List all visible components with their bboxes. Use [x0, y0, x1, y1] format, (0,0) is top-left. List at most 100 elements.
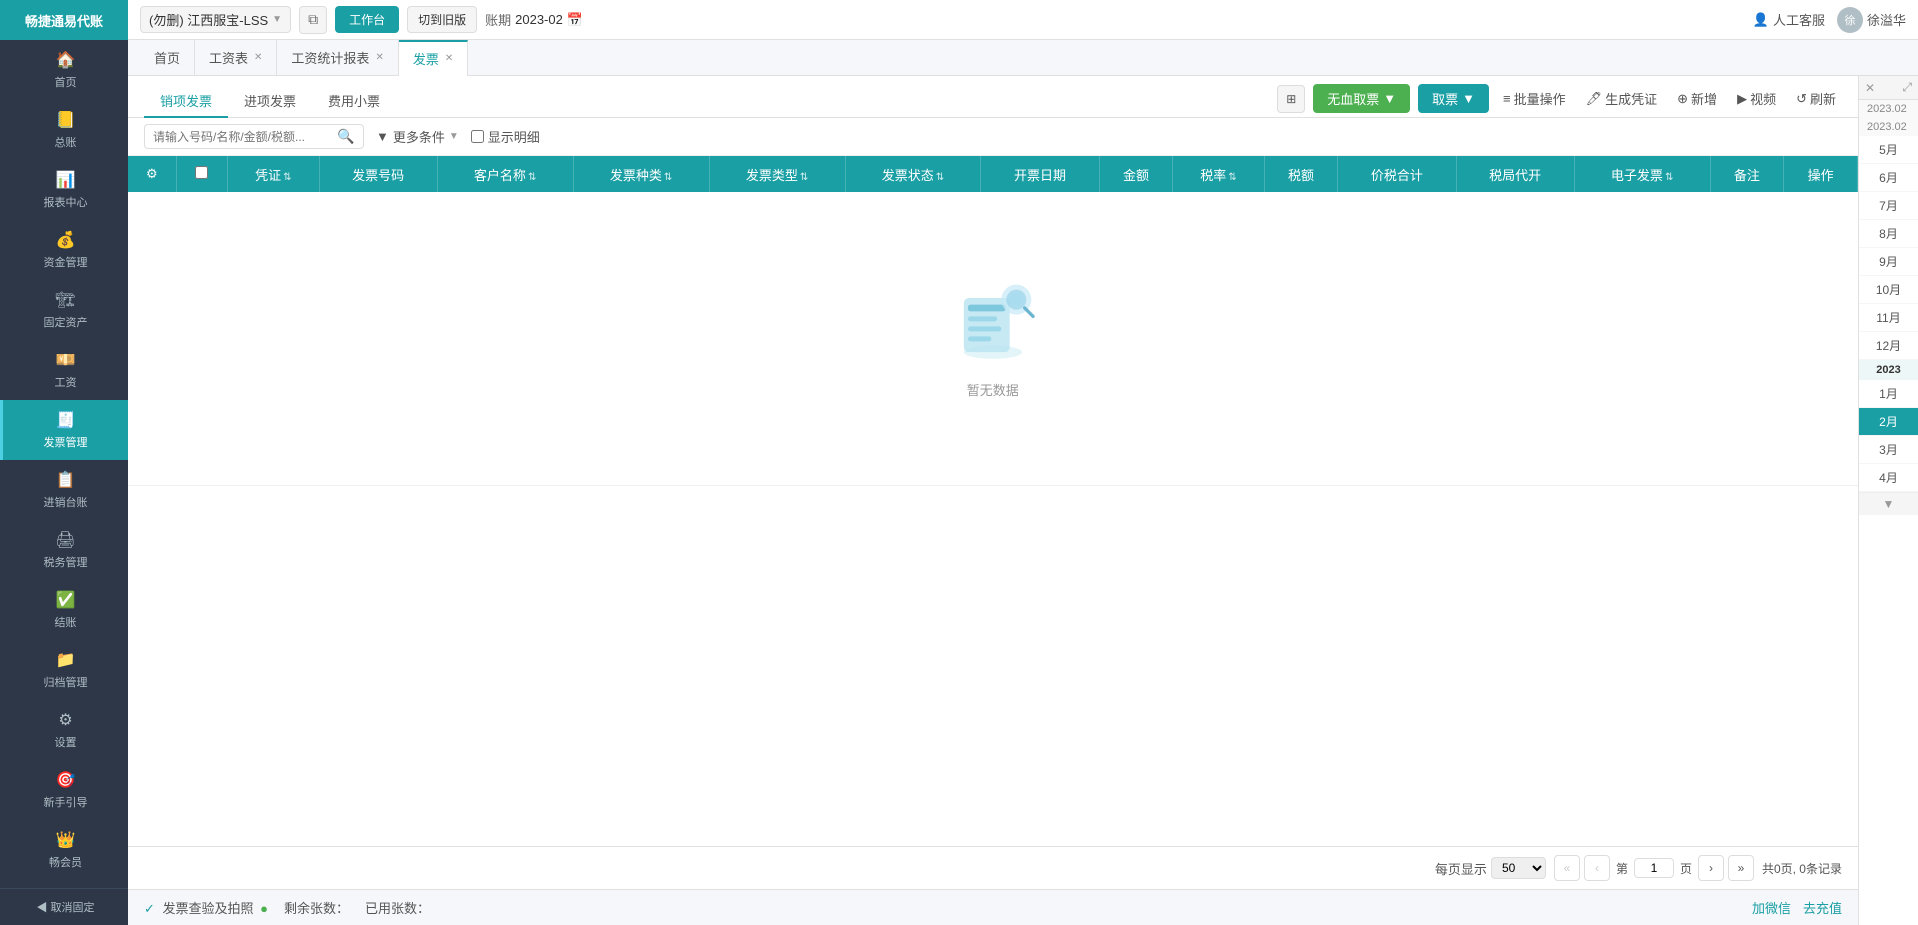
- ticket-button[interactable]: 取票 ▼: [1418, 84, 1489, 113]
- page-size-select[interactable]: 20 50 100: [1491, 857, 1546, 879]
- date-month-item-12月[interactable]: 12月: [1859, 332, 1918, 360]
- sidebar-label-12: 新手引导: [44, 794, 88, 810]
- sidebar-item-总账[interactable]: 📒总账: [0, 100, 128, 160]
- table-header-3: 发票号码: [319, 156, 437, 192]
- sidebar-item-资金管理[interactable]: 💰资金管理: [0, 220, 128, 280]
- filter-arrow-icon: ▼: [449, 131, 459, 142]
- date-month-item-9月[interactable]: 9月: [1859, 248, 1918, 276]
- show-detail-input[interactable]: [471, 130, 484, 143]
- copy-button[interactable]: ⧉: [299, 6, 327, 34]
- more-filters-button[interactable]: ▼ 更多条件 ▼: [376, 127, 459, 146]
- table-header-7[interactable]: 发票状态⇅: [845, 156, 981, 192]
- sidebar-item-新手引导[interactable]: 🎯新手引导: [0, 760, 128, 820]
- date-month-item-11月[interactable]: 11月: [1859, 304, 1918, 332]
- service-button[interactable]: 👤 人工客服: [1753, 10, 1825, 29]
- tab-close-3[interactable]: ✕: [445, 53, 453, 64]
- ticket-dropdown-icon: ▼: [1462, 91, 1475, 106]
- page-size-selector: 每页显示 20 50 100: [1435, 857, 1546, 879]
- sidebar-item-设置[interactable]: ⚙设置: [0, 700, 128, 760]
- date-year-2023-02-top[interactable]: 2023.02: [1859, 100, 1918, 118]
- grid-icon-button[interactable]: ⊞: [1277, 85, 1305, 113]
- no-ticket-button[interactable]: 无血取票 ▼: [1313, 84, 1410, 113]
- date-panel-scroll-down[interactable]: ▼: [1859, 492, 1918, 515]
- tab-close-2[interactable]: ✕: [375, 52, 383, 63]
- batch-op-button[interactable]: ≡ 批量操作: [1497, 85, 1572, 112]
- sidebar-item-税务管理[interactable]: 🖨税务管理: [0, 520, 128, 580]
- period-icon: 📅: [567, 12, 583, 28]
- table-header-5[interactable]: 发票种类⇅: [573, 156, 709, 192]
- sidebar-icon-10: 📁: [56, 650, 76, 670]
- total-info: 共0页, 0条记录: [1762, 860, 1842, 877]
- tab-工资统计报表[interactable]: 工资统计报表✕: [277, 40, 398, 76]
- sidebar-icon-5: 💴: [56, 350, 76, 370]
- sidebar-item-cancel-pin[interactable]: ◀ 取消固定: [0, 889, 128, 925]
- search-input[interactable]: [153, 130, 333, 144]
- refresh-icon: ↺: [1796, 91, 1807, 107]
- sidebar-item-发票管理[interactable]: 🧾发票管理: [0, 400, 128, 460]
- table-header-10[interactable]: 税率⇅: [1173, 156, 1264, 192]
- sort-icon: ⇅: [1665, 172, 1673, 183]
- sidebar-label-6: 发票管理: [44, 434, 88, 450]
- add-wechat-link[interactable]: 加微信: [1752, 898, 1791, 917]
- table-header-12: 价税合计: [1338, 156, 1456, 192]
- sidebar-item-固定资产[interactable]: 🏗固定资产: [0, 280, 128, 340]
- table-header-14[interactable]: 电子发票⇅: [1574, 156, 1710, 192]
- date-month-2023-item-2月[interactable]: 2月: [1859, 408, 1918, 436]
- first-page-button[interactable]: «: [1554, 855, 1580, 881]
- tab-close-1[interactable]: ✕: [254, 52, 262, 63]
- tab-首页[interactable]: 首页: [140, 40, 195, 76]
- sidebar-item-结账[interactable]: ✅结账: [0, 580, 128, 640]
- search-icon[interactable]: 🔍: [337, 128, 354, 145]
- recharge-link[interactable]: 去充值: [1803, 898, 1842, 917]
- select-all-checkbox[interactable]: [195, 166, 208, 179]
- sidebar-item-工资[interactable]: 💴 工资: [0, 340, 128, 400]
- sidebar-item-报表中心[interactable]: 📊报表中心: [0, 160, 128, 220]
- sidebar-label-5: 工资: [55, 374, 77, 390]
- last-page-button[interactable]: »: [1728, 855, 1754, 881]
- date-year-2023-header[interactable]: 2023: [1859, 360, 1918, 380]
- sub-tab-sales[interactable]: 销项发票: [144, 85, 228, 118]
- filter-bar: 🔍 ▼ 更多条件 ▼ 显示明细: [128, 118, 1858, 156]
- sidebar-icon-0: 🏠: [56, 50, 76, 70]
- date-month-2023-item-3月[interactable]: 3月: [1859, 436, 1918, 464]
- prev-page-button[interactable]: ‹: [1584, 855, 1610, 881]
- date-month-item-8月[interactable]: 8月: [1859, 220, 1918, 248]
- company-selector[interactable]: (勿删) 江西服宝-LSS ▼: [140, 6, 291, 33]
- table-header-2[interactable]: 凭证⇅: [228, 156, 319, 192]
- sidebar-item-进销台账[interactable]: 📋进销台账: [0, 460, 128, 520]
- sidebar-item-首页[interactable]: 🏠首页: [0, 40, 128, 100]
- user-menu[interactable]: 徐 徐溢华: [1837, 7, 1906, 33]
- page-input[interactable]: [1634, 858, 1674, 878]
- date-month-2023-item-4月[interactable]: 4月: [1859, 464, 1918, 492]
- new-button[interactable]: ⊕ 新增: [1671, 85, 1723, 112]
- date-year-2023-02-second[interactable]: 2023.02: [1859, 118, 1918, 136]
- sidebar-label-8: 税务管理: [44, 554, 88, 570]
- date-panel-close-button[interactable]: ✕: [1865, 81, 1875, 95]
- date-panel-expand-button[interactable]: ⤢: [1902, 80, 1912, 95]
- table-header-4[interactable]: 客户名称⇅: [437, 156, 573, 192]
- gen-voucher-button[interactable]: 🖊 生成凭证: [1580, 85, 1664, 112]
- date-month-item-5月[interactable]: 5月: [1859, 136, 1918, 164]
- date-month-item-7月[interactable]: 7月: [1859, 192, 1918, 220]
- switch-version-button[interactable]: 切到旧版: [407, 6, 477, 33]
- sub-tab-purchase[interactable]: 进项发票: [228, 85, 312, 118]
- video-button[interactable]: ▶ 视频: [1731, 85, 1782, 112]
- user-avatar: 徐: [1837, 7, 1863, 33]
- table-header-6[interactable]: 发票类型⇅: [709, 156, 845, 192]
- new-icon: ⊕: [1677, 91, 1688, 107]
- bottom-bar: ✓ 发票查验及拍照 ● 剩余张数： 已用张数： 加微信 去充值: [128, 889, 1858, 925]
- sub-tab-expense[interactable]: 费用小票: [312, 85, 396, 118]
- next-page-button[interactable]: ›: [1698, 855, 1724, 881]
- sidebar-item-归档管理[interactable]: 📁归档管理: [0, 640, 128, 700]
- sidebar-item-畅会员[interactable]: 👑畅会员: [0, 820, 128, 880]
- workbench-button[interactable]: 工作台: [335, 6, 399, 33]
- refresh-button[interactable]: ↺ 刷新: [1790, 85, 1842, 112]
- show-detail-checkbox[interactable]: 显示明细: [471, 127, 540, 146]
- sort-icon: ⇅: [283, 172, 291, 183]
- date-month-item-10月[interactable]: 10月: [1859, 276, 1918, 304]
- date-month-item-6月[interactable]: 6月: [1859, 164, 1918, 192]
- tab-工资表[interactable]: 工资表✕: [195, 40, 277, 76]
- sort-icon: ⇅: [800, 172, 808, 183]
- tab-发票[interactable]: 发票✕: [399, 40, 468, 76]
- date-month-2023-item-1月[interactable]: 1月: [1859, 380, 1918, 408]
